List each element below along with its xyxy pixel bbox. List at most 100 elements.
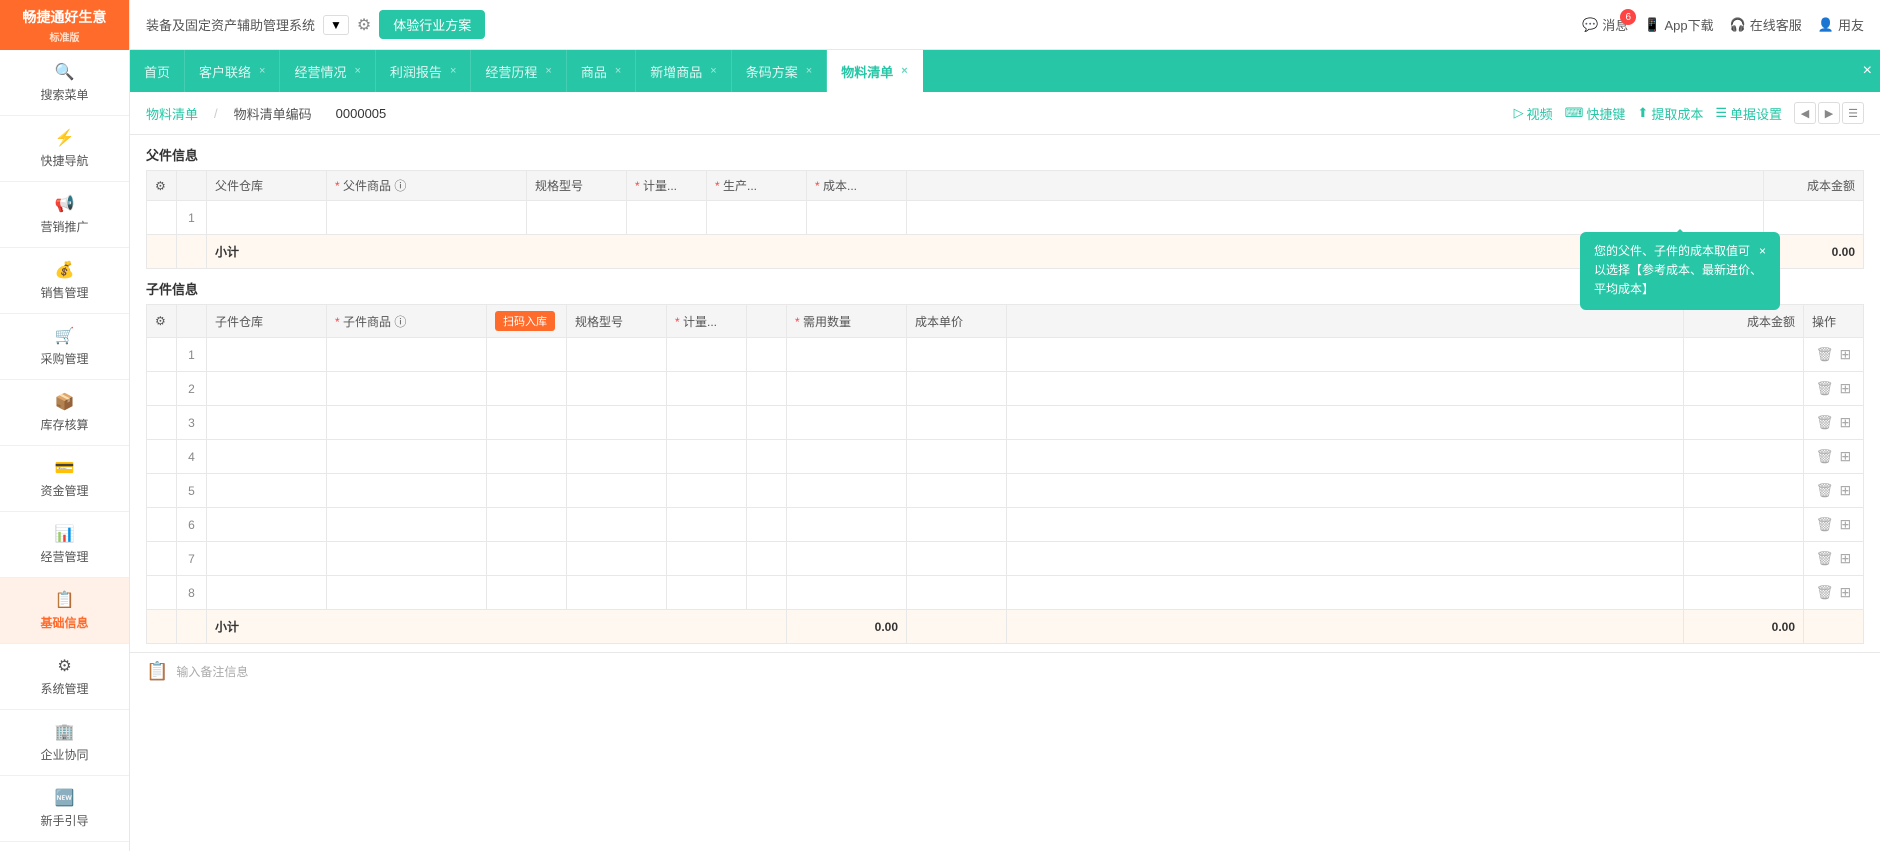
tab-profit[interactable]: 利润报告 × [376, 50, 471, 92]
tab-new-product-close[interactable]: × [710, 65, 716, 77]
tab-product-close[interactable]: × [615, 65, 621, 77]
sidebar-item-basic-info[interactable]: 📋 基础信息 [0, 578, 129, 644]
menu-btn[interactable]: ☰ [1842, 102, 1864, 124]
child-cell-warehouse-3[interactable] [207, 406, 327, 440]
delete-icon-2[interactable]: 🗑 [1816, 380, 1834, 397]
sidebar-item-guide[interactable]: 🆕 新手引导 [0, 776, 129, 842]
sidebar-item-search[interactable]: 🔍 搜索菜单 [0, 50, 129, 116]
child-cell-warehouse-8[interactable] [207, 576, 327, 610]
tab-profit-close[interactable]: × [450, 65, 456, 77]
child-cell-spec-4[interactable] [567, 440, 667, 474]
copy-icon-4[interactable]: ⊞ [1840, 448, 1852, 465]
tab-customer-close[interactable]: × [259, 65, 265, 77]
child-cell-product-8[interactable] [327, 576, 487, 610]
child-cell-product-7[interactable] [327, 542, 487, 576]
delete-icon-7[interactable]: 🗑 [1816, 550, 1834, 567]
child-cell-unitcost-8[interactable] [907, 576, 1007, 610]
scan-btn[interactable]: 扫码入库 [495, 311, 555, 331]
child-cell-unit-5[interactable] [667, 474, 747, 508]
sidebar-item-operations[interactable]: 📊 经营管理 [0, 512, 129, 578]
child-cell-product-4[interactable] [327, 440, 487, 474]
copy-icon-8[interactable]: ⊞ [1840, 584, 1852, 601]
system-dropdown-btn[interactable]: ▼ [323, 15, 349, 35]
tab-history-close[interactable]: × [545, 65, 551, 77]
child-cell-unit-3[interactable] [667, 406, 747, 440]
child-cell-spec-8[interactable] [567, 576, 667, 610]
child-cell-qty-4[interactable] [787, 440, 907, 474]
child-cell-spec-3[interactable] [567, 406, 667, 440]
child-cell-product-2[interactable] [327, 372, 487, 406]
tab-barcode[interactable]: 条码方案 × [732, 50, 827, 92]
child-cell-spec-2[interactable] [567, 372, 667, 406]
child-cell-spec-7[interactable] [567, 542, 667, 576]
user-btn[interactable]: 👤 用友 [1818, 15, 1864, 34]
child-cell-warehouse-7[interactable] [207, 542, 327, 576]
child-cell-spec-5[interactable] [567, 474, 667, 508]
child-cell-unit-1[interactable] [667, 338, 747, 372]
tab-product[interactable]: 商品 × [567, 50, 636, 92]
single-setup-btn[interactable]: ☰ 单据设置 [1715, 104, 1782, 123]
child-cell-qty-1[interactable] [787, 338, 907, 372]
child-cell-unitcost-2[interactable] [907, 372, 1007, 406]
copy-icon-3[interactable]: ⊞ [1840, 414, 1852, 431]
tabs-close-all[interactable]: × [1863, 62, 1880, 80]
child-cell-warehouse-1[interactable] [207, 338, 327, 372]
child-cell-spec-1[interactable] [567, 338, 667, 372]
parent-cell-spec-1[interactable] [527, 201, 627, 235]
child-cell-product-1[interactable] [327, 338, 487, 372]
child-cell-unitcost-1[interactable] [907, 338, 1007, 372]
child-cell-qty-7[interactable] [787, 542, 907, 576]
experience-btn[interactable]: 体验行业方案 [379, 10, 485, 39]
child-cell-unit-6[interactable] [667, 508, 747, 542]
parent-cell-unit-1[interactable] [627, 201, 707, 235]
child-cell-unit-4[interactable] [667, 440, 747, 474]
child-cell-product-3[interactable] [327, 406, 487, 440]
child-cell-warehouse-4[interactable] [207, 440, 327, 474]
copy-icon-2[interactable]: ⊞ [1840, 380, 1852, 397]
sidebar-item-inventory[interactable]: 📦 库存核算 [0, 380, 129, 446]
child-cell-product-5[interactable] [327, 474, 487, 508]
online-service-btn[interactable]: 🎧 在线客服 [1730, 15, 1802, 34]
tab-operations-close[interactable]: × [354, 65, 360, 77]
parent-cell-warehouse-1[interactable] [207, 201, 327, 235]
delete-icon-4[interactable]: 🗑 [1816, 448, 1834, 465]
prev-btn[interactable]: ◀ [1794, 102, 1816, 124]
child-cell-qty-5[interactable] [787, 474, 907, 508]
child-cell-unitcost-5[interactable] [907, 474, 1007, 508]
next-btn[interactable]: ▶ [1818, 102, 1840, 124]
delete-icon-1[interactable]: 🗑 [1816, 346, 1834, 363]
child-cell-unit-8[interactable] [667, 576, 747, 610]
child-cell-qty-3[interactable] [787, 406, 907, 440]
extract-cost-btn[interactable]: ⬆ 提取成本 [1637, 104, 1703, 123]
copy-icon-5[interactable]: ⊞ [1840, 482, 1852, 499]
app-download-btn[interactable]: 📱 App下载 [1644, 15, 1713, 34]
note-label[interactable]: 输入备注信息 [176, 663, 248, 680]
child-cell-warehouse-2[interactable] [207, 372, 327, 406]
child-cell-qty-6[interactable] [787, 508, 907, 542]
child-cell-unitcost-7[interactable] [907, 542, 1007, 576]
copy-icon-7[interactable]: ⊞ [1840, 550, 1852, 567]
delete-icon-3[interactable]: 🗑 [1816, 414, 1834, 431]
sidebar-item-system[interactable]: ⚙ 系统管理 [0, 644, 129, 710]
child-cell-qty-2[interactable] [787, 372, 907, 406]
copy-icon-1[interactable]: ⊞ [1840, 346, 1852, 363]
tab-bom[interactable]: 物料清单 × [827, 50, 922, 92]
child-cell-warehouse-5[interactable] [207, 474, 327, 508]
child-cell-unitcost-3[interactable] [907, 406, 1007, 440]
sidebar-item-marketing[interactable]: 📢 营销推广 [0, 182, 129, 248]
tab-barcode-close[interactable]: × [806, 65, 812, 77]
child-cell-unit-2[interactable] [667, 372, 747, 406]
tab-bom-close[interactable]: × [901, 65, 907, 77]
sidebar-item-sales[interactable]: 💰 销售管理 [0, 248, 129, 314]
parent-cell-cost-1[interactable] [807, 201, 907, 235]
tab-customer[interactable]: 客户联络 × [185, 50, 280, 92]
child-cell-unit-7[interactable] [667, 542, 747, 576]
parent-cell-product-1[interactable] [327, 201, 527, 235]
child-cell-spec-6[interactable] [567, 508, 667, 542]
child-cell-unitcost-6[interactable] [907, 508, 1007, 542]
tab-home[interactable]: 首页 [130, 50, 185, 92]
sidebar-item-quicknav[interactable]: ⚡ 快捷导航 [0, 116, 129, 182]
shortcut-btn[interactable]: ⌨ 快捷键 [1565, 104, 1626, 123]
tab-new-product[interactable]: 新增商品 × [636, 50, 731, 92]
parent-cell-produce-1[interactable] [707, 201, 807, 235]
